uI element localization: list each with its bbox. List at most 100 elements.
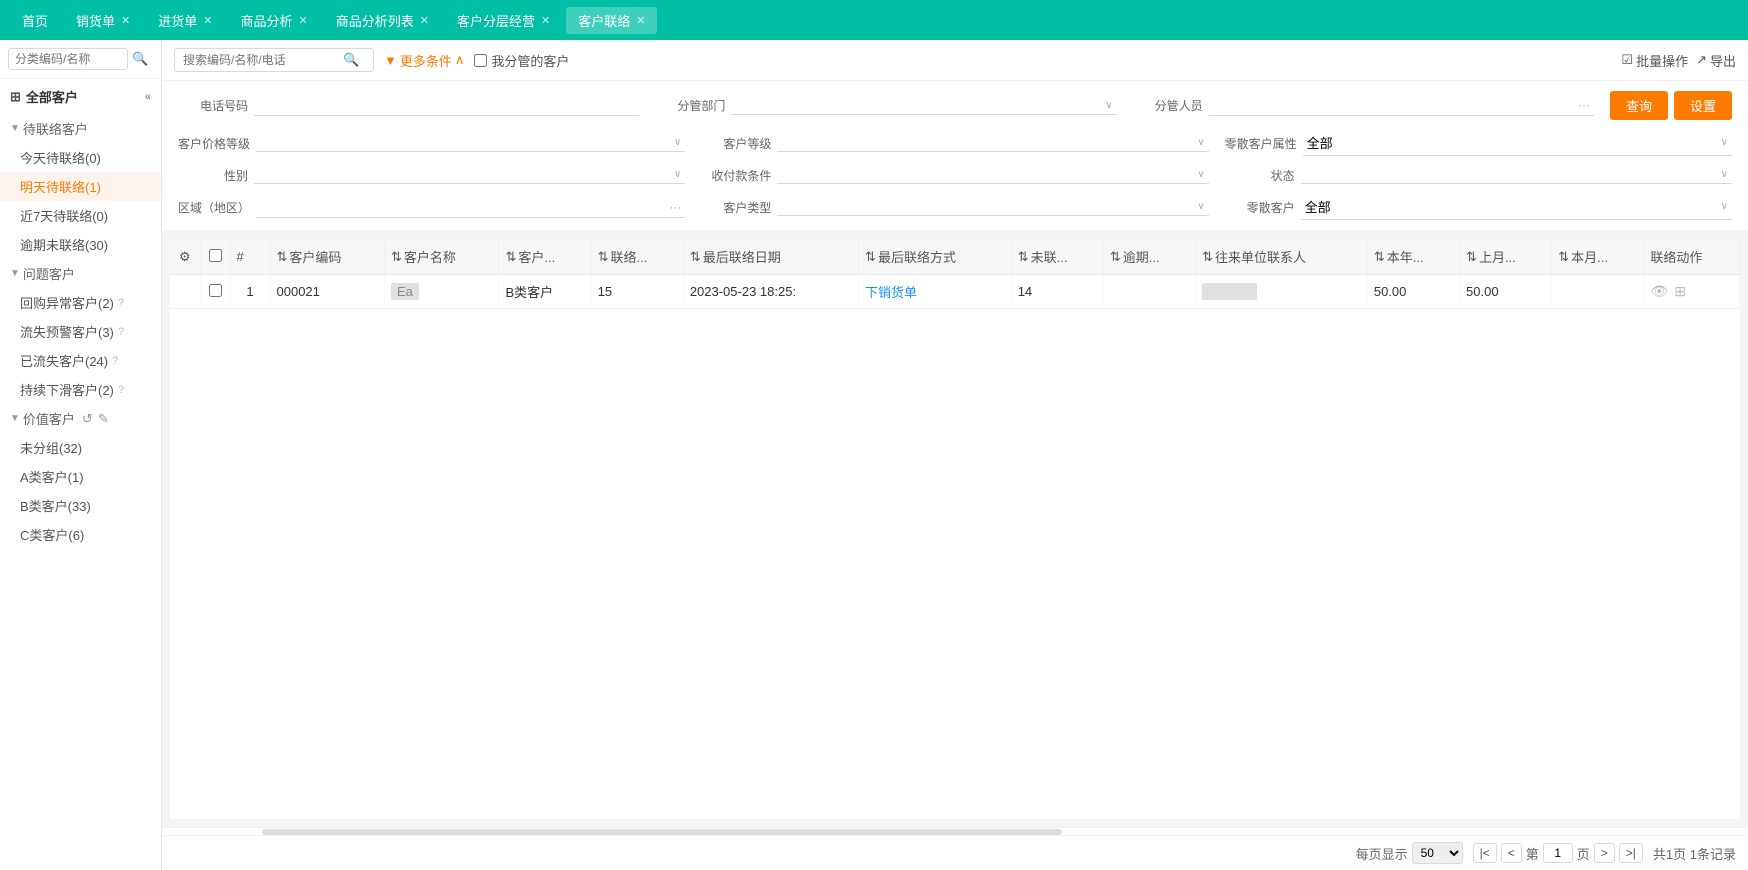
row-no: 1 (230, 275, 270, 309)
sidebar-item-declining[interactable]: 持续下滑客户(2) ? (0, 375, 161, 404)
filter-row-2: 客户价格等级 ∨ 客户等级 ∨ 零散客户属性 全部 ∨ (178, 130, 1732, 156)
select-all-checkbox[interactable] (209, 249, 222, 262)
nav-home[interactable]: 首页 (10, 7, 60, 34)
filter-manager: 分管人员 ··· (1133, 95, 1594, 116)
settings-button[interactable]: 设置 (1674, 91, 1732, 120)
row-last-month: 50.00 (1460, 275, 1552, 309)
dept-select[interactable]: ∨ (731, 97, 1116, 115)
col-type-header: ⇅客户... (499, 239, 591, 275)
nav-product-analysis[interactable]: 商品分析 ✕ (228, 7, 319, 34)
customer-type-select[interactable]: ∨ (777, 198, 1208, 216)
nav-close-customer-contact[interactable]: ✕ (636, 14, 645, 27)
first-page-btn[interactable]: |< (1473, 843, 1497, 863)
pending-arrow-icon: ▼ (10, 123, 20, 134)
nav-customer-contact[interactable]: 客户联络 ✕ (566, 7, 657, 34)
area-select[interactable]: ··· (256, 197, 685, 218)
row-actions: 👁 ⊞ (1644, 275, 1740, 309)
area-label: 区域（地区） (178, 199, 250, 216)
sidebar-item-churn-warning[interactable]: 流失预警客户(3) ? (0, 317, 161, 346)
price-level-select[interactable]: ∨ (256, 134, 685, 152)
sidebar-item-tomorrow[interactable]: 明天待联络(1) (0, 172, 161, 201)
row-type: B类客户 (499, 275, 591, 309)
payment-label: 收付款条件 (701, 167, 771, 184)
nav-close-customer-layering[interactable]: ✕ (541, 14, 550, 27)
sidebar-item-repurchase-abnormal[interactable]: 回购异常客户(2) ? (0, 288, 161, 317)
filter-gender: 性别 ∨ (178, 166, 685, 184)
batch-op-btn[interactable]: ☑ 批量操作 (1621, 51, 1688, 70)
prev-page-btn[interactable]: < (1501, 843, 1522, 863)
nav-product-analysis-list[interactable]: 商品分析列表 ✕ (324, 7, 441, 34)
col-actions-header: 联络动作 (1644, 239, 1740, 275)
customer-level-caret-icon: ∨ (1197, 137, 1204, 148)
query-button[interactable]: 查询 (1610, 91, 1668, 120)
sidebar-item-7days[interactable]: 近7天待联络(0) (0, 201, 161, 230)
filter-row-3: 性别 ∨ 收付款条件 ∨ 状态 ∨ (178, 166, 1732, 184)
sidebar-item-a-class[interactable]: A类客户(1) (0, 462, 161, 491)
sidebar-item-ungrouped[interactable]: 未分组(32) (0, 433, 161, 462)
search-icon-btn[interactable]: 🔍 (343, 52, 359, 68)
row-checkbox[interactable] (209, 284, 222, 297)
filter-row-1: 电话号码 分管部门 ∨ 分管人员 ··· 查询 设置 (178, 91, 1732, 120)
col-last-method-header: ⇅最后联络方式 (859, 239, 1012, 275)
my-customers-checkbox[interactable] (474, 54, 487, 67)
per-page-label: 每页显示 (1356, 844, 1408, 863)
sidebar-search-icon[interactable]: 🔍 (132, 51, 148, 67)
last-method-link[interactable]: 下销货单 (865, 285, 917, 300)
filter-retail-attr: 零散客户属性 全部 ∨ (1225, 130, 1732, 156)
top-nav: 首页 销货单 ✕ 进货单 ✕ 商品分析 ✕ 商品分析列表 ✕ 客户分层经营 ✕ … (0, 0, 1748, 40)
search-input[interactable] (183, 53, 343, 67)
customer-level-label: 客户等级 (701, 135, 771, 152)
more-conditions-btn[interactable]: ▼ 更多条件 ∧ (384, 51, 464, 70)
col-overdue-header: ⇅逾期... (1103, 239, 1195, 275)
sidebar-item-today[interactable]: 今天待联络(0) (0, 143, 161, 172)
export-btn[interactable]: ↗ 导出 (1696, 51, 1736, 70)
settings-gear-icon[interactable]: ⚙ (179, 249, 191, 264)
table-header-row: ⚙ # ⇅客户编码 ⇅客户名称 (170, 239, 1740, 275)
value-edit-icon[interactable]: ✎ (98, 411, 109, 427)
nav-close-purchase-order[interactable]: ✕ (203, 14, 212, 27)
nav-purchase-order[interactable]: 进货单 ✕ (146, 7, 224, 34)
gender-label: 性别 (178, 167, 248, 184)
problem-group-label: ▼ 问题客户 (0, 259, 161, 288)
sidebar-item-churned[interactable]: 已流失客户(24) ? (0, 346, 161, 375)
filter-row-4: 区域（地区） ··· 客户类型 ∨ 零散客户 全部 ∨ (178, 194, 1732, 220)
all-customers-header[interactable]: ⊞ 全部客户 « (0, 79, 161, 114)
nav-close-product-analysis-list[interactable]: ✕ (420, 14, 429, 27)
action-grid-icon[interactable]: ⊞ (1674, 283, 1686, 300)
help-icon-declining: ? (118, 384, 124, 396)
sidebar-search-input[interactable] (8, 48, 128, 70)
retail-attr-select[interactable]: 全部 ∨ (1303, 130, 1732, 156)
page-size-select[interactable]: 50 100 200 (1412, 842, 1463, 864)
filter-price-level: 客户价格等级 ∨ (178, 134, 685, 152)
customer-level-select[interactable]: ∨ (777, 134, 1208, 152)
value-refresh-icon[interactable]: ↺ (82, 411, 93, 427)
page-input[interactable] (1543, 843, 1573, 863)
sidebar-item-overdue[interactable]: 逾期未联络(30) (0, 230, 161, 259)
sidebar-item-b-class[interactable]: B类客户(33) (0, 491, 161, 520)
total-label: 共1页 1条记录 (1653, 844, 1736, 863)
content-area: 🔍 ▼ 更多条件 ∧ 我分管的客户 ☑ 批量操作 ↗ 导出 (162, 40, 1748, 870)
nav-close-product-analysis[interactable]: ✕ (299, 14, 308, 27)
retail-customer-label: 零散客户 (1225, 199, 1295, 216)
filter-customer-level: 客户等级 ∨ (701, 134, 1208, 152)
col-contact-header: ⇅联络... (591, 239, 683, 275)
gender-select[interactable]: ∨ (254, 166, 685, 184)
row-name: Ea (384, 275, 498, 309)
nav-customer-layering[interactable]: 客户分层经营 ✕ (445, 7, 562, 34)
action-eye-icon[interactable]: 👁 (1650, 283, 1668, 300)
next-page-btn[interactable]: > (1594, 843, 1615, 863)
status-label: 状态 (1225, 167, 1295, 184)
row-this-year: 50.00 (1367, 275, 1459, 309)
last-page-btn[interactable]: >| (1619, 843, 1643, 863)
payment-select[interactable]: ∨ (777, 166, 1208, 184)
phone-input[interactable] (254, 95, 639, 116)
scrollbar-thumb[interactable] (262, 829, 1062, 835)
manager-select[interactable]: ··· (1209, 95, 1594, 116)
nav-close-sales-order[interactable]: ✕ (121, 14, 130, 27)
nav-sales-order[interactable]: 销货单 ✕ (64, 7, 142, 34)
retail-customer-select[interactable]: 全部 ∨ (1301, 194, 1732, 220)
status-select[interactable]: ∨ (1301, 166, 1732, 184)
sidebar-item-c-class[interactable]: C类客户(6) (0, 520, 161, 549)
filter-customer-type: 客户类型 ∨ (701, 198, 1208, 216)
dept-label: 分管部门 (655, 97, 725, 114)
